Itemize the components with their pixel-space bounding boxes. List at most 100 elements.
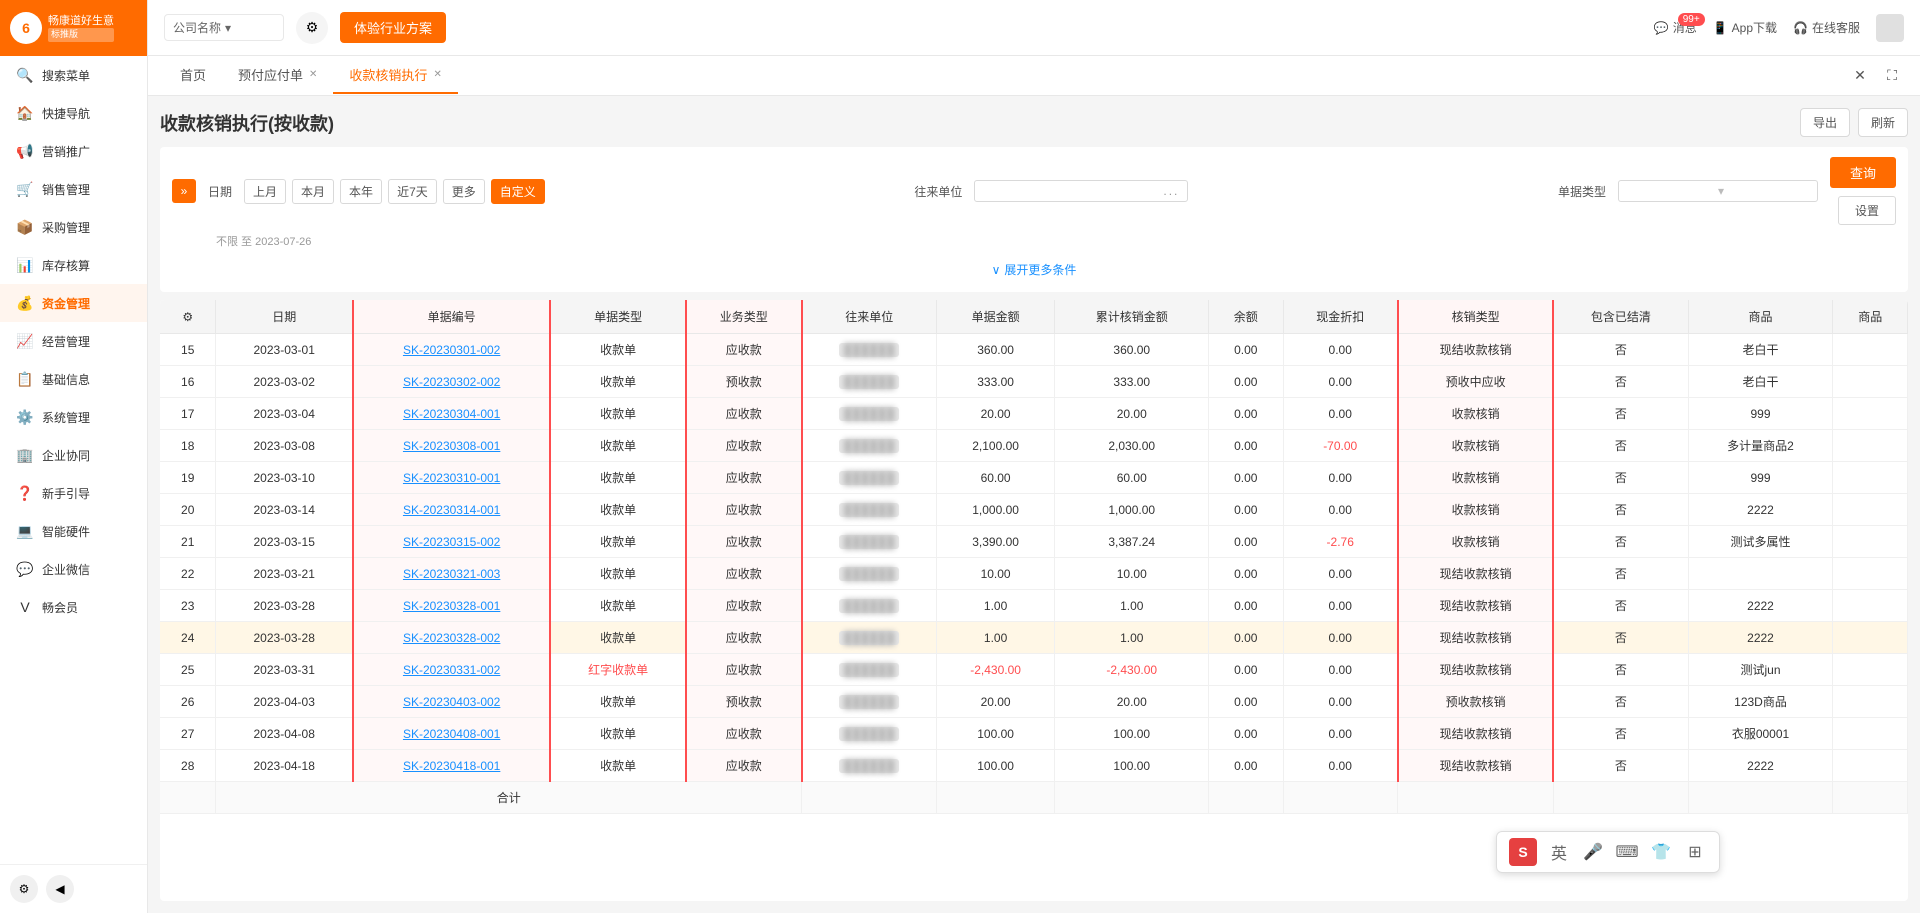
close-tab-btn[interactable]: ✕ bbox=[1848, 64, 1872, 88]
cell-biz-type: 应收款 bbox=[686, 718, 802, 750]
tab-close-pending[interactable]: ✕ bbox=[309, 69, 317, 80]
ime-lang-icon[interactable]: 英 bbox=[1547, 840, 1571, 864]
topbar-settings-btn[interactable]: ⚙ bbox=[296, 12, 328, 44]
tab-home[interactable]: 首页 bbox=[164, 57, 222, 94]
cell-doc-type: 收款单 bbox=[550, 622, 686, 654]
sidebar-item-quick[interactable]: 🏠 快捷导航 bbox=[0, 94, 147, 132]
filter-toggle-btn[interactable]: » bbox=[172, 179, 196, 203]
sidebar-item-enterprise[interactable]: 🏢 企业协同 bbox=[0, 436, 147, 474]
th-include-settled[interactable]: 包含已结清 bbox=[1553, 300, 1688, 334]
ime-skin-icon[interactable]: 👕 bbox=[1649, 840, 1673, 864]
cell-total-writeoff: 1.00 bbox=[1055, 622, 1209, 654]
table-row: 152023-03-01SK-20230301-002收款单应收款██████3… bbox=[160, 334, 1908, 366]
inventory-icon: 📊 bbox=[16, 256, 34, 274]
cell-doc-no[interactable]: SK-20230301-002 bbox=[353, 334, 550, 366]
sidebar-item-sales[interactable]: 🛒 销售管理 bbox=[0, 170, 147, 208]
sidebar-item-search[interactable]: 🔍 搜索菜单 bbox=[0, 56, 147, 94]
cell-doc-no[interactable]: SK-20230331-002 bbox=[353, 654, 550, 686]
export-btn[interactable]: 导出 bbox=[1800, 108, 1850, 137]
sidebar-item-purchase[interactable]: 📦 采购管理 bbox=[0, 208, 147, 246]
refresh-btn[interactable]: 刷新 bbox=[1858, 108, 1908, 137]
message-action[interactable]: 💬 消息 99+ bbox=[1654, 19, 1697, 36]
cell-total-writeoff: 20.00 bbox=[1055, 686, 1209, 718]
cell-include-settled: 否 bbox=[1553, 430, 1688, 462]
member-icon: V bbox=[16, 598, 34, 616]
user-avatar[interactable] bbox=[1876, 14, 1904, 42]
filter-expand-btn[interactable]: ∨ 展开更多条件 bbox=[172, 257, 1896, 282]
cell-product: 老白干 bbox=[1688, 334, 1833, 366]
sidebar-item-marketing[interactable]: 📢 营销推广 bbox=[0, 132, 147, 170]
cell-doc-type: 收款单 bbox=[550, 686, 686, 718]
th-balance[interactable]: 余额 bbox=[1209, 300, 1283, 334]
th-product2[interactable]: 商品 bbox=[1833, 300, 1908, 334]
cell-date: 2023-03-10 bbox=[216, 462, 353, 494]
settings-bottom-icon[interactable]: ⚙ bbox=[10, 875, 38, 903]
tab-pending[interactable]: 预付应付单 ✕ bbox=[222, 57, 333, 94]
tab-collection[interactable]: 收款核销执行 ✕ bbox=[333, 57, 457, 94]
th-discount[interactable]: 现金折扣 bbox=[1283, 300, 1398, 334]
cell-amount: -2,430.00 bbox=[936, 654, 1055, 686]
filter-bar: » 日期 上月 本月 本年 近7天 更多 自定义 往来单位 ... 单据类型 bbox=[160, 147, 1908, 292]
cell-total-writeoff: 100.00 bbox=[1055, 750, 1209, 782]
cell-discount: -2.76 bbox=[1283, 526, 1398, 558]
date-btn-this-month[interactable]: 本月 bbox=[292, 179, 334, 204]
doc-type-select[interactable]: ▾ bbox=[1618, 180, 1818, 202]
date-btn-custom[interactable]: 自定义 bbox=[491, 179, 545, 204]
ime-tools-icon[interactable]: ⊞ bbox=[1683, 840, 1707, 864]
sidebar-item-finance[interactable]: 💰 资金管理 bbox=[0, 284, 147, 322]
cell-doc-no[interactable]: SK-20230408-001 bbox=[353, 718, 550, 750]
sidebar-logo: 6 畅康道好生意 标推版 bbox=[0, 0, 147, 56]
app-download-action[interactable]: 📱 App下载 bbox=[1713, 19, 1777, 36]
sidebar-item-operation[interactable]: 📈 经营管理 bbox=[0, 322, 147, 360]
query-btn[interactable]: 查询 bbox=[1830, 157, 1896, 188]
date-btn-7days[interactable]: 近7天 bbox=[388, 179, 437, 204]
online-service-action[interactable]: 🎧 在线客服 bbox=[1793, 19, 1860, 36]
cell-doc-no[interactable]: SK-20230310-001 bbox=[353, 462, 550, 494]
th-party[interactable]: 往来单位 bbox=[802, 300, 937, 334]
maximize-btn[interactable]: ⛶ bbox=[1880, 64, 1904, 88]
sidebar-item-basic[interactable]: 📋 基础信息 bbox=[0, 360, 147, 398]
th-settings[interactable]: ⚙ bbox=[160, 300, 216, 334]
cell-doc-no[interactable]: SK-20230314-001 bbox=[353, 494, 550, 526]
th-doc-no[interactable]: 单据编号 bbox=[353, 300, 550, 334]
company-selector[interactable]: 公司名称 ▾ bbox=[164, 14, 284, 41]
sidebar-item-system[interactable]: ⚙️ 系统管理 bbox=[0, 398, 147, 436]
date-btn-more[interactable]: 更多 bbox=[443, 179, 485, 204]
collapse-icon[interactable]: ◀ bbox=[46, 875, 74, 903]
cell-doc-no[interactable]: SK-20230321-003 bbox=[353, 558, 550, 590]
cell-doc-no[interactable]: SK-20230304-001 bbox=[353, 398, 550, 430]
cell-doc-no[interactable]: SK-20230302-002 bbox=[353, 366, 550, 398]
th-writeoff-type[interactable]: 核销类型 bbox=[1398, 300, 1553, 334]
sidebar-item-wechat[interactable]: 💬 企业微信 bbox=[0, 550, 147, 588]
sidebar-item-member[interactable]: V 畅会员 bbox=[0, 588, 147, 626]
date-btn-last-month[interactable]: 上月 bbox=[244, 179, 286, 204]
solution-btn[interactable]: 体验行业方案 bbox=[340, 12, 446, 43]
cell-balance: 0.00 bbox=[1209, 366, 1283, 398]
sidebar-item-guide[interactable]: ❓ 新手引导 bbox=[0, 474, 147, 512]
sidebar-item-inventory[interactable]: 📊 库存核算 bbox=[0, 246, 147, 284]
cell-doc-no[interactable]: SK-20230315-002 bbox=[353, 526, 550, 558]
th-total-writeoff[interactable]: 累计核销金额 bbox=[1055, 300, 1209, 334]
cell-doc-no[interactable]: SK-20230328-001 bbox=[353, 590, 550, 622]
ime-keyboard-icon[interactable]: ⌨ bbox=[1615, 840, 1639, 864]
cell-doc-no[interactable]: SK-20230418-001 bbox=[353, 750, 550, 782]
cell-doc-no[interactable]: SK-20230403-002 bbox=[353, 686, 550, 718]
sidebar-item-hardware[interactable]: 💻 智能硬件 bbox=[0, 512, 147, 550]
party-dots[interactable]: ... bbox=[1163, 184, 1179, 198]
th-date[interactable]: 日期 bbox=[216, 300, 353, 334]
setting-btn[interactable]: 设置 bbox=[1838, 196, 1896, 225]
cell-product2 bbox=[1833, 622, 1908, 654]
date-btn-this-year[interactable]: 本年 bbox=[340, 179, 382, 204]
ime-voice-icon[interactable]: 🎤 bbox=[1581, 840, 1605, 864]
cell-doc-no[interactable]: SK-20230328-002 bbox=[353, 622, 550, 654]
party-input[interactable] bbox=[983, 184, 1163, 198]
cell-discount: 0.00 bbox=[1283, 462, 1398, 494]
th-amount[interactable]: 单据金额 bbox=[936, 300, 1055, 334]
th-product[interactable]: 商品 bbox=[1688, 300, 1833, 334]
cell-product: 2222 bbox=[1688, 590, 1833, 622]
th-doc-type[interactable]: 单据类型 bbox=[550, 300, 686, 334]
cell-product2 bbox=[1833, 526, 1908, 558]
th-biz-type[interactable]: 业务类型 bbox=[686, 300, 802, 334]
cell-doc-no[interactable]: SK-20230308-001 bbox=[353, 430, 550, 462]
tab-close-collection[interactable]: ✕ bbox=[433, 69, 441, 80]
